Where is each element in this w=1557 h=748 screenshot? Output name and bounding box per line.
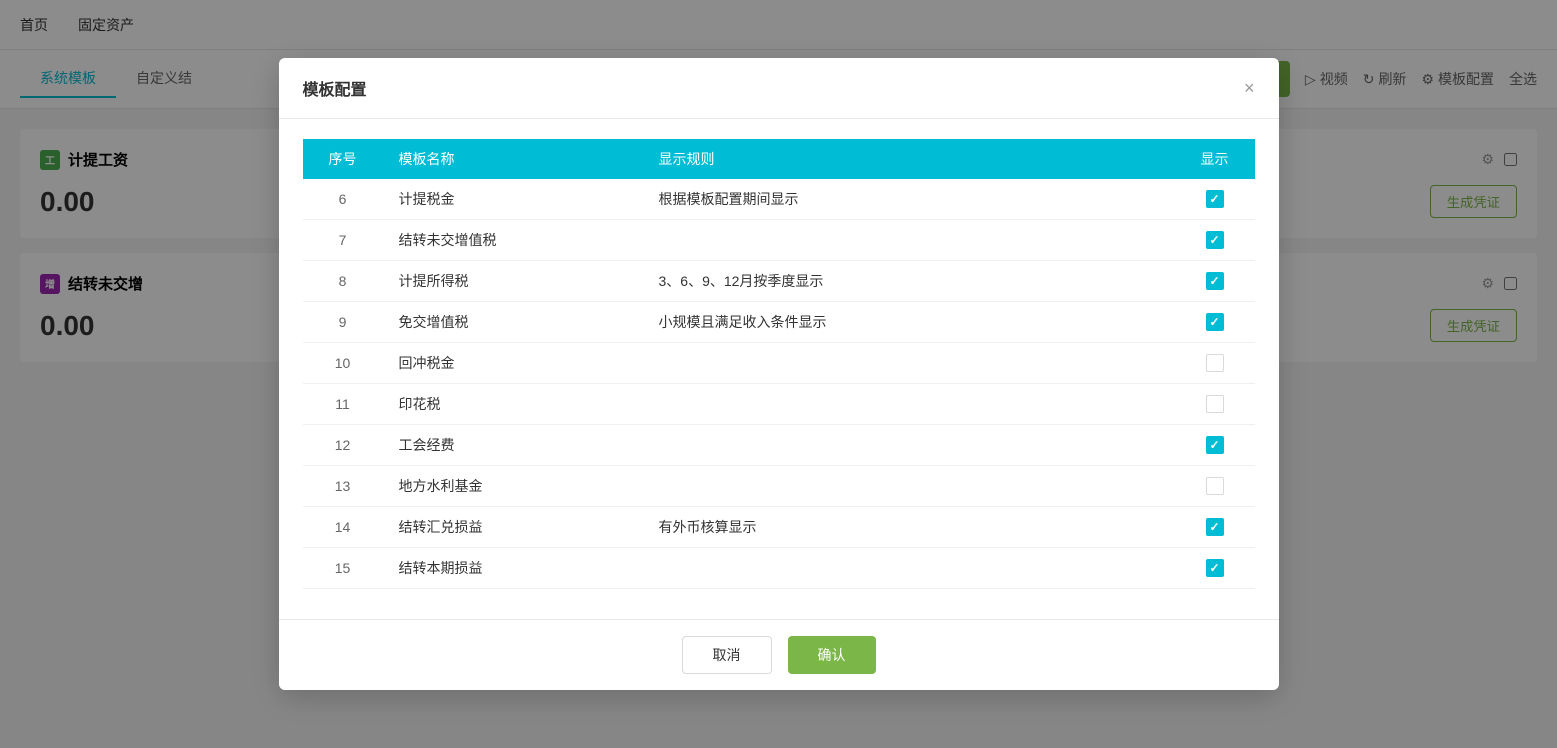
- cell-checkbox[interactable]: [1175, 589, 1255, 600]
- cell-name: 结转未分配利润: [383, 589, 643, 600]
- table-row: 10回冲税金: [303, 343, 1255, 384]
- modal-close-button[interactable]: ×: [1244, 79, 1255, 97]
- modal-overlay: 模板配置 × 序号 模板名称 显示规则 显示 6计提税金根据模板配置期间显: [0, 0, 1557, 748]
- cell-checkbox[interactable]: [1175, 384, 1255, 425]
- checkbox-7[interactable]: [1206, 231, 1224, 249]
- cell-checkbox[interactable]: [1175, 220, 1255, 261]
- cell-rule: 小规模且满足收入条件显示: [643, 302, 1175, 343]
- cell-checkbox[interactable]: [1175, 343, 1255, 384]
- cell-id: 9: [303, 302, 383, 343]
- table-body: 6计提税金根据模板配置期间显示7结转未交增值税8计提所得税3、6、9、12月按季…: [303, 179, 1255, 599]
- cell-id: 11: [303, 384, 383, 425]
- cell-id: 15: [303, 548, 383, 589]
- cell-checkbox[interactable]: [1175, 179, 1255, 220]
- cell-name: 计提税金: [383, 179, 643, 220]
- cancel-button[interactable]: 取消: [682, 636, 772, 674]
- modal-title: 模板配置: [303, 76, 367, 100]
- cell-checkbox[interactable]: [1175, 466, 1255, 507]
- cell-id: 12: [303, 425, 383, 466]
- table-header: 序号 模板名称 显示规则 显示: [303, 139, 1255, 179]
- cell-checkbox[interactable]: [1175, 302, 1255, 343]
- col-header-rule: 显示规则: [643, 139, 1175, 179]
- cell-name: 计提所得税: [383, 261, 643, 302]
- config-table: 序号 模板名称 显示规则 显示 6计提税金根据模板配置期间显示7结转未交增值税8…: [303, 139, 1255, 599]
- table-scroll-area[interactable]: 序号 模板名称 显示规则 显示 6计提税金根据模板配置期间显示7结转未交增值税8…: [303, 139, 1255, 599]
- table-row: 9免交增值税小规模且满足收入条件显示: [303, 302, 1255, 343]
- cell-name: 地方水利基金: [383, 466, 643, 507]
- cell-name: 印花税: [383, 384, 643, 425]
- checkbox-15[interactable]: [1206, 559, 1224, 577]
- cell-name: 结转未交增值税: [383, 220, 643, 261]
- cell-id: 16: [303, 589, 383, 600]
- cell-id: 6: [303, 179, 383, 220]
- col-header-name: 模板名称: [383, 139, 643, 179]
- cell-id: 7: [303, 220, 383, 261]
- cell-rule: 根据模板配置期间显示: [643, 179, 1175, 220]
- table-row: 11印花税: [303, 384, 1255, 425]
- cell-checkbox[interactable]: [1175, 548, 1255, 589]
- modal-footer: 取消 确认: [279, 619, 1279, 690]
- col-header-show: 显示: [1175, 139, 1255, 179]
- cell-rule: [643, 220, 1175, 261]
- table-row: 12工会经费: [303, 425, 1255, 466]
- checkbox-13[interactable]: [1206, 477, 1224, 495]
- cell-rule: 有外币核算显示: [643, 507, 1175, 548]
- checkbox-14[interactable]: [1206, 518, 1224, 536]
- modal-header: 模板配置 ×: [279, 58, 1279, 119]
- cell-name: 结转汇兑损益: [383, 507, 643, 548]
- cell-id: 13: [303, 466, 383, 507]
- confirm-button[interactable]: 确认: [788, 636, 876, 674]
- cell-rule: [643, 384, 1175, 425]
- cell-name: 工会经费: [383, 425, 643, 466]
- table-row: 15结转本期损益: [303, 548, 1255, 589]
- cell-id: 8: [303, 261, 383, 302]
- checkbox-8[interactable]: [1206, 272, 1224, 290]
- checkbox-12[interactable]: [1206, 436, 1224, 454]
- table-row: 13地方水利基金: [303, 466, 1255, 507]
- cell-rule: 3、6、9、12月按季度显示: [643, 261, 1175, 302]
- checkbox-6[interactable]: [1206, 190, 1224, 208]
- cell-id: 14: [303, 507, 383, 548]
- cell-id: 10: [303, 343, 383, 384]
- cell-checkbox[interactable]: [1175, 425, 1255, 466]
- cell-checkbox[interactable]: [1175, 261, 1255, 302]
- cell-rule: [643, 548, 1175, 589]
- checkbox-11[interactable]: [1206, 395, 1224, 413]
- table-row: 6计提税金根据模板配置期间显示: [303, 179, 1255, 220]
- cell-rule: [643, 466, 1175, 507]
- checkbox-10[interactable]: [1206, 354, 1224, 372]
- cell-name: 回冲税金: [383, 343, 643, 384]
- table-row: 16结转未分配利润12月份显示: [303, 589, 1255, 600]
- modal: 模板配置 × 序号 模板名称 显示规则 显示 6计提税金根据模板配置期间显: [279, 58, 1279, 690]
- cell-rule: [643, 343, 1175, 384]
- cell-checkbox[interactable]: [1175, 507, 1255, 548]
- table-row: 14结转汇兑损益有外币核算显示: [303, 507, 1255, 548]
- cell-rule: 12月份显示: [643, 589, 1175, 600]
- checkbox-9[interactable]: [1206, 313, 1224, 331]
- cell-name: 结转本期损益: [383, 548, 643, 589]
- cell-name: 免交增值税: [383, 302, 643, 343]
- col-header-id: 序号: [303, 139, 383, 179]
- modal-body: 序号 模板名称 显示规则 显示 6计提税金根据模板配置期间显示7结转未交增值税8…: [279, 119, 1279, 619]
- cell-rule: [643, 425, 1175, 466]
- table-row: 8计提所得税3、6、9、12月按季度显示: [303, 261, 1255, 302]
- table-row: 7结转未交增值税: [303, 220, 1255, 261]
